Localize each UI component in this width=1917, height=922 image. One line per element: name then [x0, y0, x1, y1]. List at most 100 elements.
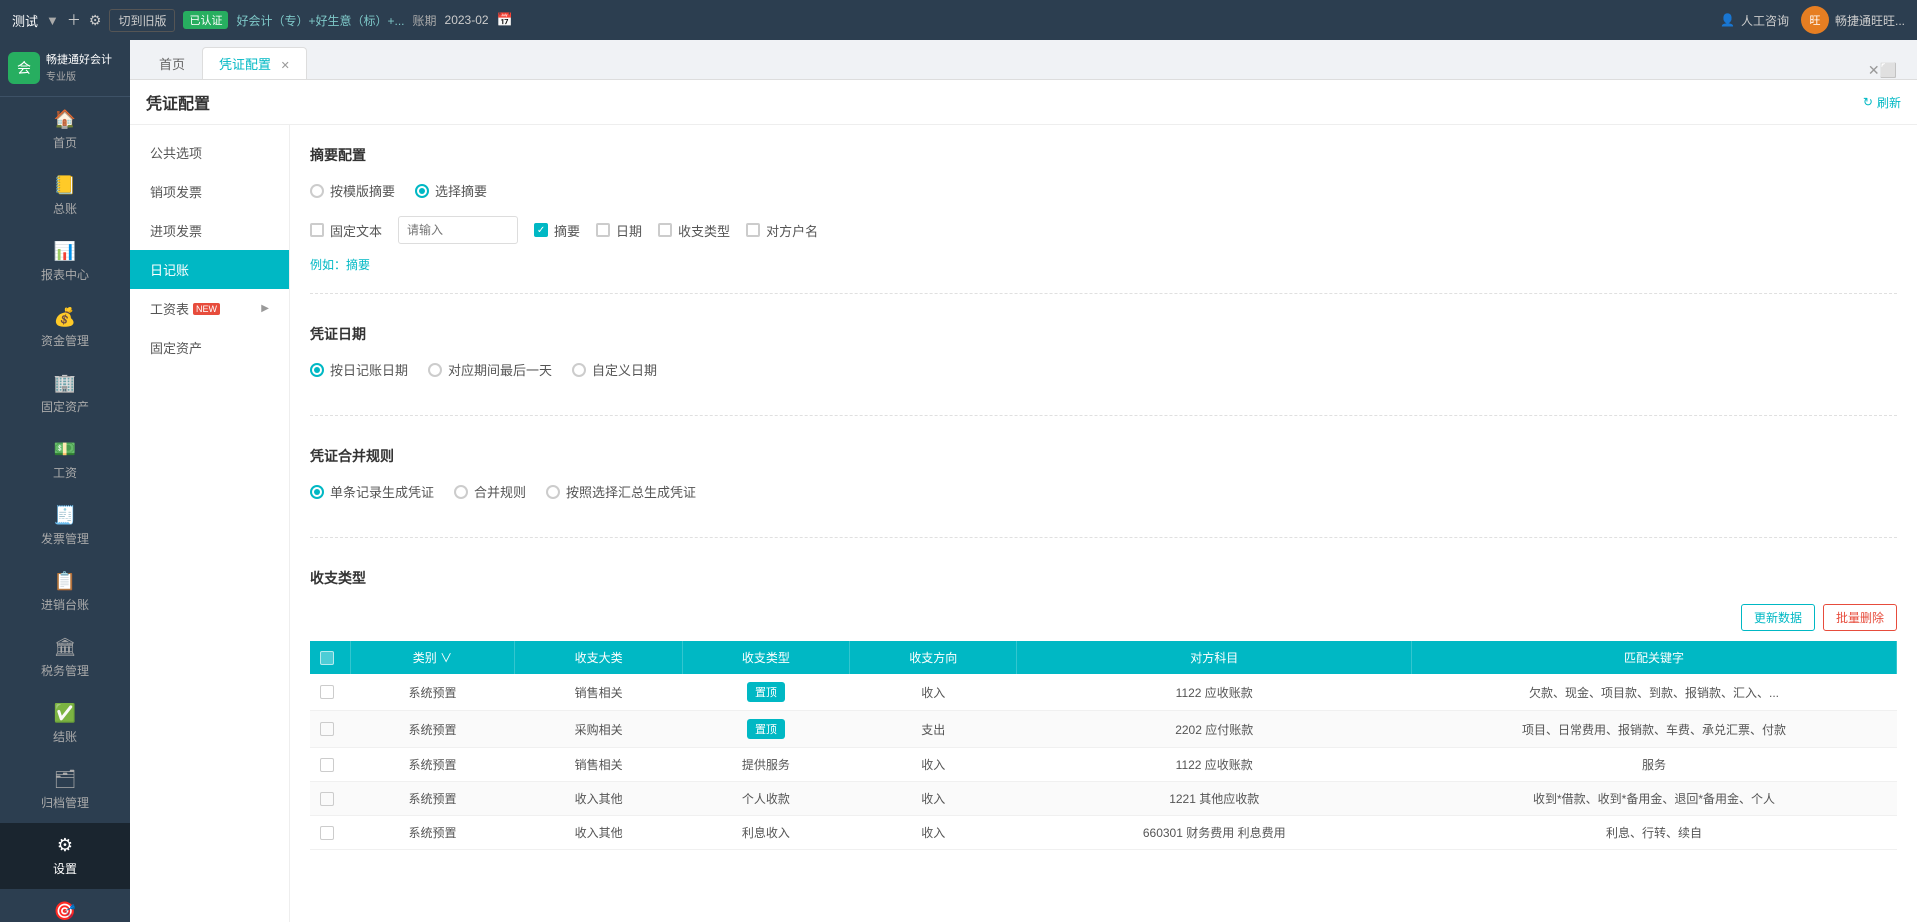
sidebar-item-guide[interactable]: 🎯新手引导 — [0, 889, 130, 922]
period-value: 2023-02 — [445, 13, 489, 27]
row-checkbox-3[interactable] — [320, 792, 334, 806]
row-type: 置顶 — [682, 711, 849, 748]
row-major: 收入其他 — [515, 782, 682, 816]
chevron-down-icon: ▶ — [261, 303, 269, 314]
sidebar-item-label-archive: 归档管理 — [41, 794, 89, 811]
content-area: 首页 凭证配置 ✕ ✕ ⬜ 凭证配置 ↻ 刷新 公共选项 — [130, 40, 1917, 922]
row-category: 系统预置 — [350, 782, 515, 816]
left-nav: 公共选项 销项发票 进项发票 日记账 工资表 NEW ▶ 固定资产 — [130, 125, 290, 922]
radio-template-circle — [310, 184, 324, 198]
th-keywords: 匹配关键字 — [1412, 641, 1897, 674]
table-header: 类别 ∨ 收支大类 收支类型 收支方向 对方科目 匹配关键字 — [310, 641, 1897, 674]
type-tag-btn-1[interactable]: 置顶 — [747, 719, 785, 739]
new-badge: NEW — [193, 303, 220, 315]
fixed-text-input[interactable] — [398, 216, 518, 244]
update-data-btn[interactable]: 更新数据 — [1741, 604, 1815, 631]
type-tag-btn-0[interactable]: 置顶 — [747, 682, 785, 702]
radio-custom-date-circle — [572, 363, 586, 377]
maximize-window-btn[interactable]: ⬜ — [1880, 62, 1897, 79]
left-nav-purchase-inv[interactable]: 进项发票 — [130, 211, 289, 250]
radio-template[interactable]: 按模版摘要 — [310, 181, 395, 200]
batch-delete-btn[interactable]: 批量删除 — [1823, 604, 1897, 631]
select-all-checkbox[interactable] — [320, 651, 334, 665]
cb-type[interactable]: 收支类型 — [658, 221, 730, 240]
sidebar-item-archive[interactable]: 🗂归档管理 — [0, 757, 130, 823]
sidebar-item-label-ledger: 总账 — [53, 200, 77, 217]
left-nav-payroll[interactable]: 工资表 NEW ▶ — [130, 289, 289, 328]
calendar-icon[interactable]: 📅 — [497, 12, 513, 28]
left-nav-fixed-assets[interactable]: 固定资产 — [130, 328, 289, 367]
top-bar-title: 测试 — [12, 11, 38, 30]
tab-home[interactable]: 首页 — [142, 47, 202, 79]
row-category: 系统预置 — [350, 711, 515, 748]
row-checkbox-cell — [310, 748, 350, 782]
radio-last-day-circle — [428, 363, 442, 377]
dropdown-arrow[interactable]: ▼ — [46, 13, 59, 28]
logo-icon: 会 — [8, 52, 40, 84]
th-checkbox — [310, 641, 350, 674]
row-checkbox-0[interactable] — [320, 685, 334, 699]
row-checkbox-1[interactable] — [320, 722, 334, 736]
sidebar-item-label-report: 报表中心 — [41, 266, 89, 283]
table-row: 系统预置 销售相关 置顶 收入 1122 应收账款 欠款、现金、项目款、到款、报… — [310, 674, 1897, 711]
cb-date[interactable]: 日期 — [596, 221, 642, 240]
sidebar-item-report[interactable]: 📊 报表中心 — [0, 229, 130, 295]
row-checkbox-2[interactable] — [320, 758, 334, 772]
left-nav-sales-inv[interactable]: 销项发票 — [130, 172, 289, 211]
table-row: 系统预置 收入其他 利息收入 收入 660301 财务费用 利息费用 利息、行转… — [310, 816, 1897, 850]
radio-summary-gen[interactable]: 按照选择汇总生成凭证 — [546, 482, 696, 501]
sidebar-item-asset[interactable]: 🏢固定资产 — [0, 361, 130, 427]
tab-voucher[interactable]: 凭证配置 ✕ — [202, 47, 307, 79]
row-major: 收入其他 — [515, 816, 682, 850]
row-type: 提供服务 — [682, 748, 849, 782]
sidebar-item-ledger[interactable]: 📒总账 — [0, 163, 130, 229]
th-type: 收支类型 — [682, 641, 849, 674]
sidebar-item-label-home: 首页 — [53, 134, 77, 151]
settings-main: 摘要配置 按模版摘要 选择摘要 — [290, 125, 1917, 922]
add-btn[interactable]: ＋ — [67, 10, 81, 30]
cb-fixed-text-box — [310, 223, 324, 237]
income-table: 类别 ∨ 收支大类 收支类型 收支方向 对方科目 匹配关键字 系统预置 销售相关 — [310, 641, 1897, 850]
summary-checkbox-row: 固定文本 ✓ 摘要 日期 收支类型 — [310, 216, 1897, 244]
user-menu[interactable]: 旺 畅捷通旺旺... — [1801, 6, 1905, 34]
support-link[interactable]: 👤 人工咨询 — [1720, 12, 1789, 29]
refresh-btn[interactable]: ↻ 刷新 — [1863, 94, 1901, 111]
sidebar-item-settings[interactable]: ⚙设置 — [0, 823, 130, 889]
row-checkbox-4[interactable] — [320, 826, 334, 840]
radio-select[interactable]: 选择摘要 — [415, 181, 487, 200]
sidebar-item-close[interactable]: ✅结账 — [0, 691, 130, 757]
sidebar-item-finance[interactable]: 💰资金管理 — [0, 295, 130, 361]
sidebar-item-tax[interactable]: 🏛税务管理 — [0, 625, 130, 691]
close-window-btn[interactable]: ✕ — [1868, 62, 1880, 79]
cb-counter-party[interactable]: 对方户名 — [746, 221, 818, 240]
report-icon: 📊 — [54, 241, 76, 262]
sidebar: 会 畅捷通好会计 专业版 🏠首页📒总账 📊 报表中心 💰资金管理🏢固定资产💵工资🧾发票… — [0, 40, 130, 922]
tab-voucher-close[interactable]: ✕ — [281, 60, 290, 72]
radio-merge[interactable]: 合并规则 — [454, 482, 526, 501]
radio-single[interactable]: 单条记录生成凭证 — [310, 482, 434, 501]
row-type: 置顶 — [682, 674, 849, 711]
sidebar-item-home[interactable]: 🏠首页 — [0, 97, 130, 163]
radio-last-day[interactable]: 对应期间最后一天 — [428, 360, 552, 379]
switch-version-btn[interactable]: 切到旧版 — [109, 9, 175, 32]
radio-custom-date[interactable]: 自定义日期 — [572, 360, 657, 379]
date-radio-group: 按日记账日期 对应期间最后一天 自定义日期 — [310, 360, 1897, 379]
table-row: 系统预置 采购相关 置顶 支出 2202 应付账款 项目、日常费用、报销款、车费… — [310, 711, 1897, 748]
sidebar-item-salary[interactable]: 💵工资 — [0, 427, 130, 493]
date-title: 凭证日期 — [310, 324, 1897, 344]
sidebar-item-invoice[interactable]: 🧾发票管理 — [0, 493, 130, 559]
left-nav-public[interactable]: 公共选项 — [130, 133, 289, 172]
cb-fixed-text[interactable]: 固定文本 — [310, 221, 382, 240]
radio-journal-date[interactable]: 按日记账日期 — [310, 360, 408, 379]
top-bar-left: 测试 ▼ ＋ ⚙ 切到旧版 已认证 好会计（专）+好生意（标）+... 账期 2… — [12, 9, 1720, 32]
page-title: 凭证配置 — [146, 90, 210, 114]
sidebar-logo: 会 畅捷通好会计 专业版 — [0, 40, 130, 97]
sidebar-item-label-finance: 资金管理 — [41, 332, 89, 349]
th-account: 对方科目 — [1017, 641, 1412, 674]
row-account: 2202 应付账款 — [1017, 711, 1412, 748]
left-nav-journal[interactable]: 日记账 — [130, 250, 289, 289]
settings-icon[interactable]: ⚙ — [89, 12, 102, 29]
cb-date-box — [596, 223, 610, 237]
sidebar-item-purchase[interactable]: 📋进销台账 — [0, 559, 130, 625]
cb-summary[interactable]: ✓ 摘要 — [534, 221, 580, 240]
